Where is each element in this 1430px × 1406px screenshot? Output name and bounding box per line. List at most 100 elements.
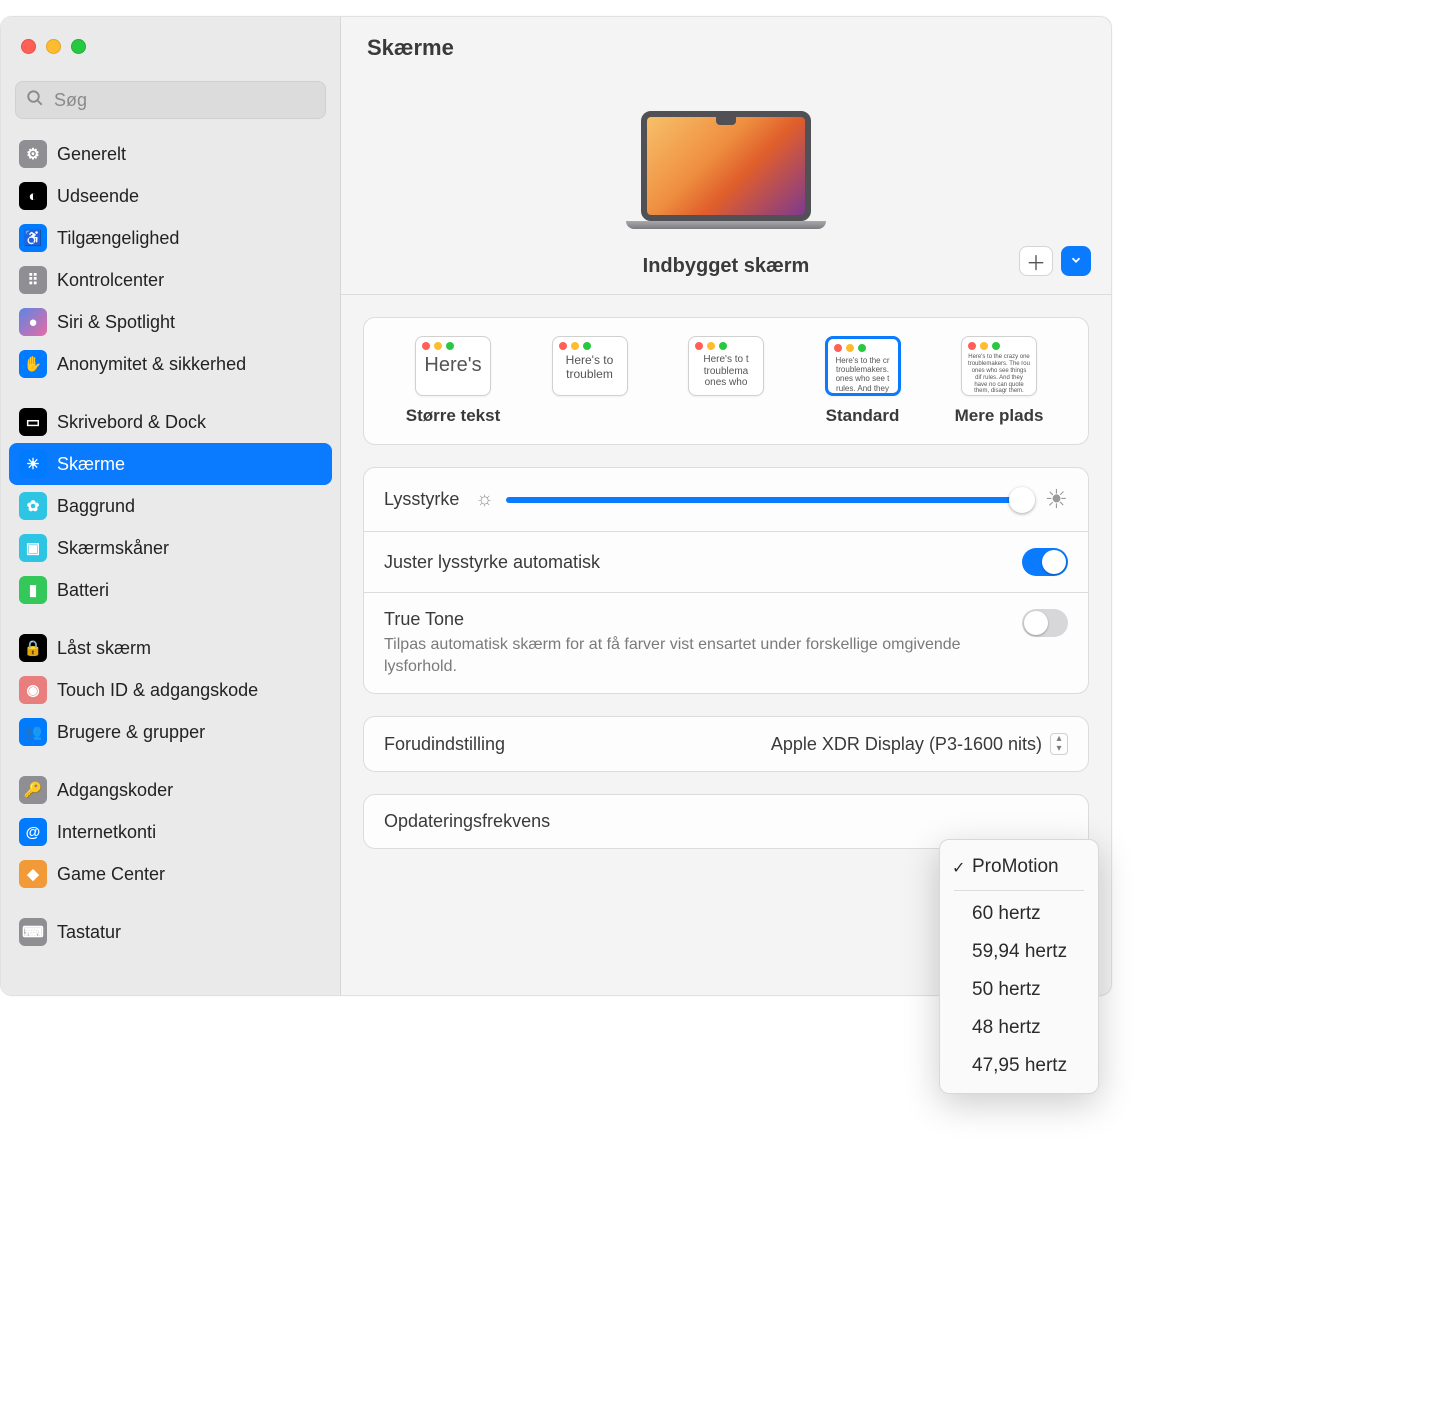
anonymitet-sikkerhed-icon: ✋ [19, 350, 47, 378]
auto-brightness-toggle[interactable] [1022, 548, 1068, 576]
sidebar-item-label: Baggrund [57, 496, 135, 517]
window-controls [1, 17, 340, 75]
tilg-ngelighed-icon: ♿ [19, 224, 47, 252]
resolution-option-0[interactable]: Here's Større tekst [388, 336, 518, 426]
brightness-row: Lysstyrke ☼ ☀ [364, 468, 1088, 531]
search-input[interactable] [52, 89, 315, 112]
sidebar-item-label: Udseende [57, 186, 139, 207]
resolution-thumb: Here's to troublem [552, 336, 628, 396]
menu-item-label: 60 hertz [972, 903, 1041, 924]
display-hero: Indbygget skærm ＋ [341, 71, 1111, 295]
chevron-down-icon [1069, 253, 1083, 270]
menu-item-label: 48 hertz [972, 1017, 1041, 1038]
internetkonti-icon: @ [19, 818, 47, 846]
arrange-displays-menu-button[interactable] [1061, 246, 1091, 276]
sidebar-item-sk-rmsk-ner[interactable]: ▣Skærmskåner [9, 527, 332, 569]
auto-brightness-row: Juster lysstyrke automatisk [364, 531, 1088, 592]
true-tone-label: True Tone [384, 609, 1006, 630]
sidebar-item-generelt[interactable]: ⚙ Generelt [9, 133, 332, 175]
sidebar-item-adgangskoder[interactable]: 🔑Adgangskoder [9, 769, 332, 811]
resolution-option-label: Standard [826, 406, 900, 426]
add-display-button[interactable]: ＋ [1019, 246, 1053, 276]
sidebar-item-label: Anonymitet & sikkerhed [57, 354, 246, 375]
sidebar-item-label: Siri & Spotlight [57, 312, 175, 333]
batteri-icon: ▮ [19, 576, 47, 604]
refresh-rate-menu: ✓ProMotion 60 hertz 59,94 hertz50 hertz 48 … [939, 839, 1099, 1094]
preset-popup-button[interactable]: Apple XDR Display (P3-1600 nits) ▴▾ [771, 733, 1068, 755]
brightness-slider-thumb[interactable] [1009, 487, 1035, 513]
refresh-rate-option-47-95-hertz[interactable]: 47,95 hertz [944, 1047, 1094, 1085]
sidebar-item-kontrolcenter[interactable]: ⠿ Kontrolcenter [9, 259, 332, 301]
sidebar-item-label: Tilgængelighed [57, 228, 179, 249]
game-center-icon: ◆ [19, 860, 47, 888]
sidebar-item-tilg-ngelighed[interactable]: ♿ Tilgængelighed [9, 217, 332, 259]
sidebar-item-label: Skærme [57, 454, 125, 475]
search-field[interactable] [15, 81, 326, 119]
kontrolcenter-icon: ⠿ [19, 266, 47, 294]
minimize-window-button[interactable] [46, 39, 61, 54]
sidebar-item-label: Låst skærm [57, 638, 151, 659]
close-window-button[interactable] [21, 39, 36, 54]
refresh-rate-option-promotion[interactable]: ✓ProMotion [944, 848, 1094, 886]
true-tone-toggle[interactable] [1022, 609, 1068, 637]
sidebar-item-label: Skrivebord & Dock [57, 412, 206, 433]
baggrund-icon: ✿ [19, 492, 47, 520]
sidebar-item-label: Generelt [57, 144, 126, 165]
sk-rme-icon: ☀ [19, 450, 47, 478]
sidebar-nav: ⚙ Generelt ◐Udseende ♿ Tilgængelighed ⠿ Kontro… [1, 129, 340, 981]
brightness-slider[interactable]: ☼ ☀ [475, 484, 1068, 515]
display-thumbnail[interactable] [626, 111, 826, 241]
search-icon [26, 89, 44, 112]
updown-icon: ▴▾ [1050, 733, 1068, 755]
resolution-thumb: Here's to the crazy one troublemakers. T… [961, 336, 1037, 396]
resolution-option-4[interactable]: Here's to the crazy one troublemakers. T… [934, 336, 1064, 426]
preset-label: Forudindstilling [384, 734, 755, 755]
resolution-thumb: Here's to t troublema ones who [688, 336, 764, 396]
display-name-label: Indbygget skærm [643, 255, 810, 278]
main-content: Skærme Indbygget skærm ＋ Her [341, 17, 1111, 995]
sidebar-item-label: Internetkonti [57, 822, 156, 843]
refresh-rate-option-59-94-hertz[interactable]: 59,94 hertz [944, 933, 1094, 971]
sidebar-item-udseende[interactable]: ◐Udseende [9, 175, 332, 217]
resolution-option-3[interactable]: Here's to the cr troublemakers. ones who… [798, 336, 928, 426]
resolution-thumb: Here's [415, 336, 491, 396]
preset-row: Forudindstilling Apple XDR Display (P3-1… [364, 717, 1088, 771]
sidebar-item-sk-rme[interactable]: ☀ Skærme [9, 443, 332, 485]
brightness-high-icon: ☀ [1045, 484, 1068, 515]
sidebar-item-skrivebord-dock[interactable]: ▭ Skrivebord & Dock [9, 401, 332, 443]
menu-separator [954, 890, 1084, 891]
resolution-option-label: Mere plads [955, 406, 1044, 426]
plus-icon: ＋ [1026, 247, 1046, 276]
adgangskoder-icon: 🔑 [19, 776, 47, 804]
refresh-rate-option-60-hertz[interactable]: 60 hertz [944, 895, 1094, 933]
resolution-option-1[interactable]: Here's to troublem [525, 336, 655, 406]
generelt-icon: ⚙ [19, 140, 47, 168]
sidebar-item-batteri[interactable]: ▮ Batteri [9, 569, 332, 611]
sidebar-item-touch-id-adgangskode[interactable]: ◉Touch ID & adgangskode [9, 669, 332, 711]
refresh-rate-option-50-hertz[interactable]: 50 hertz [944, 971, 1094, 1009]
sidebar-item-label: Tastatur [57, 922, 121, 943]
sidebar-item-siri-spotlight[interactable]: ●Siri & Spotlight [9, 301, 332, 343]
sidebar: ⚙ Generelt ◐Udseende ♿ Tilgængelighed ⠿ Kontro… [1, 17, 341, 995]
sidebar-item-label: Kontrolcenter [57, 270, 164, 291]
sidebar-item-baggrund[interactable]: ✿ Baggrund [9, 485, 332, 527]
menu-item-label: ProMotion [972, 856, 1059, 877]
sidebar-item-label: Batteri [57, 580, 109, 601]
resolution-option-2[interactable]: Here's to t troublema ones who [661, 336, 791, 406]
resolution-option-label: Større tekst [406, 406, 500, 426]
refresh-rate-label: Opdateringsfrekvens [384, 811, 970, 832]
zoom-window-button[interactable] [71, 39, 86, 54]
sidebar-item-anonymitet-sikkerhed[interactable]: ✋ Anonymitet & sikkerhed [9, 343, 332, 385]
skrivebord-dock-icon: ▭ [19, 408, 47, 436]
refresh-rate-option-48-hertz[interactable]: 48 hertz [944, 1009, 1094, 1047]
sidebar-item-l-st-sk-rm[interactable]: 🔒Låst skærm [9, 627, 332, 669]
sidebar-item-label: Brugere & grupper [57, 722, 205, 743]
sidebar-item-tastatur[interactable]: ⌨Tastatur [9, 911, 332, 953]
sidebar-item-brugere-grupper[interactable]: 👥Brugere & grupper [9, 711, 332, 753]
true-tone-row: True Tone Tilpas automatisk skærm for at… [364, 592, 1088, 693]
brightness-panel: Lysstyrke ☼ ☀ Juster lysstyrke automatis… [363, 467, 1089, 694]
sidebar-item-internetkonti[interactable]: @ Internetkonti [9, 811, 332, 853]
preset-panel: Forudindstilling Apple XDR Display (P3-1… [363, 716, 1089, 772]
auto-brightness-label: Juster lysstyrke automatisk [384, 552, 1006, 573]
sidebar-item-game-center[interactable]: ◆Game Center [9, 853, 332, 895]
